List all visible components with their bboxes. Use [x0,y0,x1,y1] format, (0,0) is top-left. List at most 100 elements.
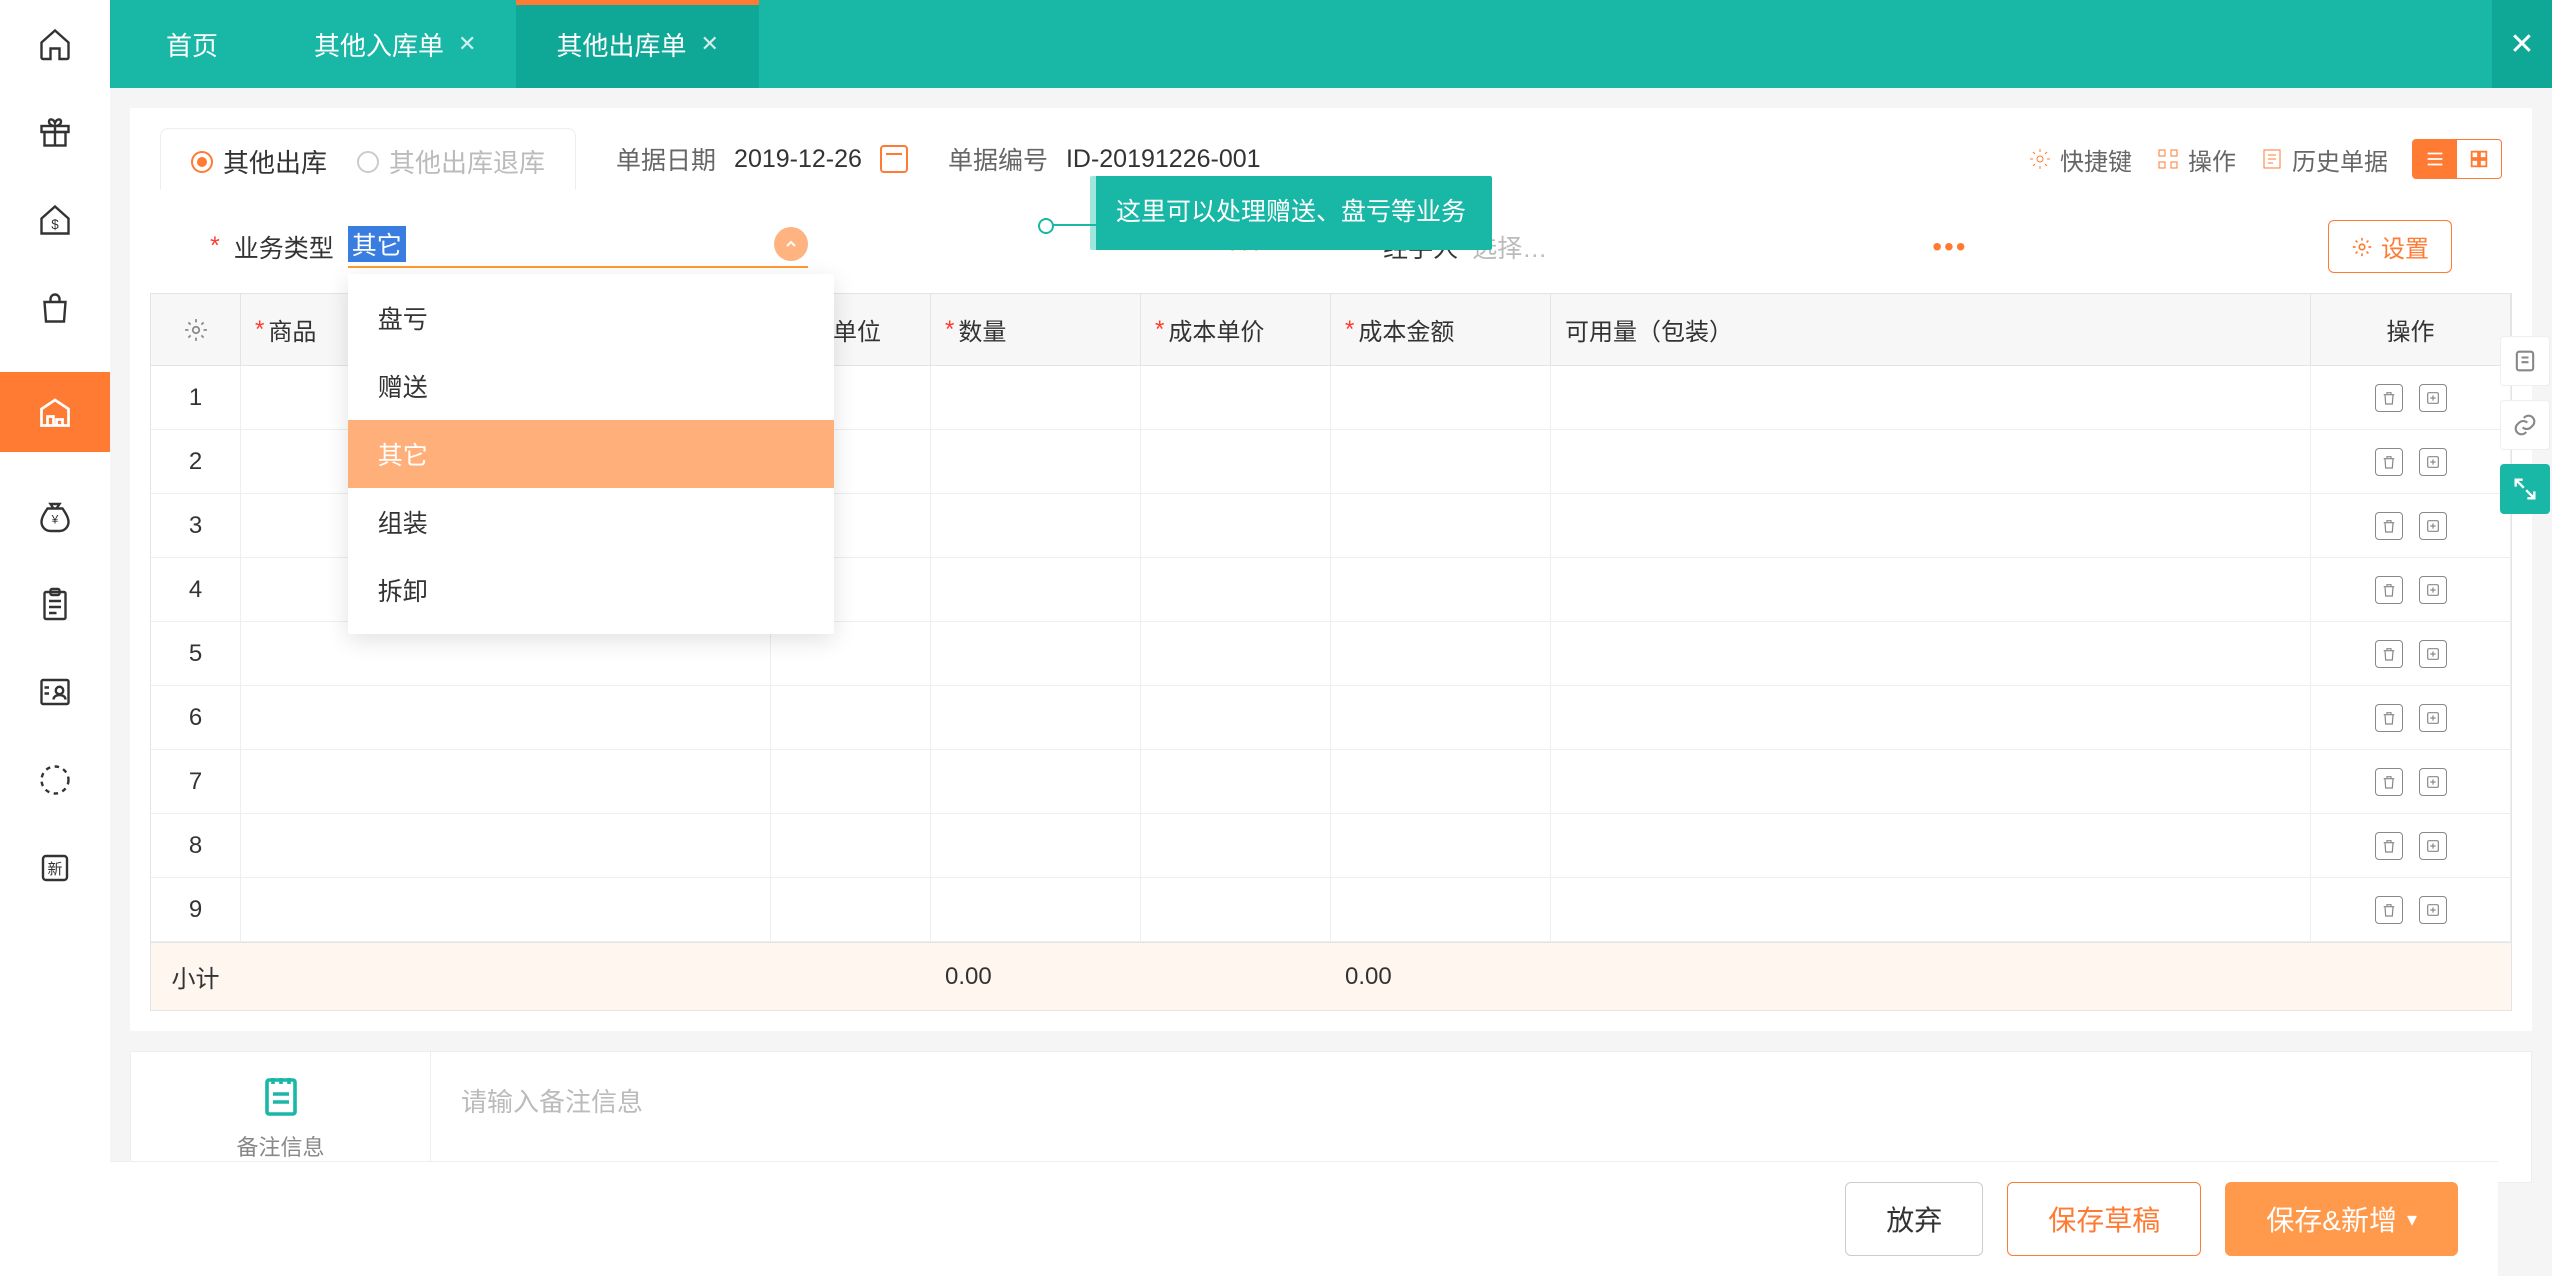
svg-text:$: $ [51,217,59,232]
nav-money-bag-icon[interactable]: ¥ [31,492,79,540]
col-uprice: *成本单价 [1141,294,1331,365]
delete-row-icon[interactable] [2375,832,2403,860]
operate-action[interactable]: 操作 [2156,142,2236,177]
nav-gift-icon[interactable] [31,108,79,156]
btype-value: 其它 [348,226,406,262]
add-row-icon[interactable] [2419,576,2447,604]
header-actions: 快捷键 操作 历史单据 [2028,139,2502,179]
delete-row-icon[interactable] [2375,640,2403,668]
radio-icon [191,151,213,173]
tooltip-callout: 这里可以处理赠送、盘亏等业务 [1090,176,1492,250]
handler-input[interactable]: 选择… [1472,229,1872,265]
date-value[interactable]: 2019-12-26 [734,145,862,174]
nav-new-icon[interactable]: 新 [31,844,79,892]
chevron-up-icon[interactable] [774,227,808,261]
tab-bar: 首页 其他入库单 ✕ 其他出库单 ✕ ✕ [110,0,2552,88]
delete-row-icon[interactable] [2375,896,2403,924]
nav-clipboard-icon[interactable] [31,580,79,628]
col-config[interactable] [151,294,241,365]
svg-text:¥: ¥ [51,513,59,527]
add-row-icon[interactable] [2419,768,2447,796]
nav-warehouse-icon[interactable] [0,372,110,452]
row-index: 6 [151,686,241,749]
nav-bag-icon[interactable] [31,284,79,332]
settings-button[interactable]: 设置 [2328,220,2452,273]
row-index: 5 [151,622,241,685]
add-row-icon[interactable] [2419,384,2447,412]
close-icon[interactable]: ✕ [700,31,718,57]
dropdown-option[interactable]: 拆卸 [348,556,834,624]
view-list-icon[interactable] [2413,140,2457,178]
table-footer: 小计 0.00 0.00 [151,942,2511,1010]
rail-expand-icon[interactable] [2500,464,2550,514]
nav-contact-icon[interactable] [31,668,79,716]
add-row-icon[interactable] [2419,832,2447,860]
tab-other-in[interactable]: 其他入库单 ✕ [274,0,516,88]
delete-row-icon[interactable] [2375,576,2403,604]
nav-house-dollar-icon[interactable]: $ [31,196,79,244]
add-row-icon[interactable] [2419,640,2447,668]
subtotal-label: 小计 [151,943,241,1010]
delete-row-icon[interactable] [2375,768,2403,796]
close-icon[interactable]: ✕ [458,31,476,57]
tab-home[interactable]: 首页 [110,0,274,88]
date-label: 单据日期 [616,141,716,177]
delete-row-icon[interactable] [2375,704,2403,732]
view-grid-icon[interactable] [2457,140,2501,178]
dropdown-option[interactable]: 赠送 [348,352,834,420]
radio-other-out[interactable]: 其他出库 [191,143,327,180]
dropdown-option[interactable]: 盘亏 [348,284,834,352]
tab-home-label: 首页 [166,26,218,63]
table-row[interactable]: 9 [151,878,2511,942]
subtotal-amount: 0.00 [1331,943,1551,1010]
row-index: 1 [151,366,241,429]
form-row: * 业务类型 其它 盘亏赠送其它组装拆卸 这里可以处理赠送、盘亏等业务 ••• … [130,190,2532,293]
nav-loading-icon[interactable] [31,756,79,804]
notepad-icon [257,1072,305,1120]
history-action[interactable]: 历史单据 [2260,142,2388,177]
radio-other-out-return[interactable]: 其他出库退库 [357,143,545,180]
nav-home-icon[interactable] [31,20,79,68]
more-icon[interactable]: ••• [1932,231,1967,263]
app-close-button[interactable]: ✕ [2492,0,2552,88]
delete-row-icon[interactable] [2375,512,2403,540]
doc-no-meta: 单据编号 ID-20191226-001 [948,141,1261,177]
tab-other-out-label: 其他出库单 [556,26,686,63]
dropdown-option[interactable]: 其它 [348,420,834,488]
shortcut-action[interactable]: 快捷键 [2028,142,2132,177]
save-draft-button[interactable]: 保存草稿 [2007,1182,2201,1256]
calendar-icon[interactable] [880,145,908,173]
doc-date-meta: 单据日期 2019-12-26 [616,141,908,177]
save-new-button[interactable]: 保存&新增▾ [2225,1182,2458,1256]
operate-label: 操作 [2188,142,2236,177]
callout-text: 这里可以处理赠送、盘亏等业务 [1116,198,1466,226]
chevron-down-icon: ▾ [2407,1207,2417,1232]
add-row-icon[interactable] [2419,704,2447,732]
add-row-icon[interactable] [2419,896,2447,924]
btype-label: 业务类型 [234,229,334,265]
rail-note-icon[interactable] [2500,336,2550,386]
business-type-select[interactable]: 其它 盘亏赠送其它组装拆卸 [348,226,808,268]
dropdown-option[interactable]: 组装 [348,488,834,556]
add-row-icon[interactable] [2419,448,2447,476]
rail-link-icon[interactable] [2500,400,2550,450]
svg-text:新: 新 [47,861,62,878]
row-index: 7 [151,750,241,813]
col-avail: 可用量（包装） [1551,294,2311,365]
delete-row-icon[interactable] [2375,384,2403,412]
tab-other-in-label: 其他入库单 [314,26,444,63]
doc-type-radio-group: 其他出库 其他出库退库 [160,128,576,190]
required-mark: * [210,232,220,261]
document-card: 其他出库 其他出库退库 单据日期 2019-12-26 单据编号 ID-2019… [130,108,2532,1031]
tab-other-out[interactable]: 其他出库单 ✕ [516,0,758,88]
delete-row-icon[interactable] [2375,448,2403,476]
business-type-field: * 业务类型 其它 盘亏赠送其它组装拆卸 [210,226,808,268]
table-row[interactable]: 6 [151,686,2511,750]
table-row[interactable]: 7 [151,750,2511,814]
discard-button[interactable]: 放弃 [1845,1182,1983,1256]
add-row-icon[interactable] [2419,512,2447,540]
history-label: 历史单据 [2292,142,2388,177]
no-value: ID-20191226-001 [1066,145,1261,174]
left-nav-rail: $ ¥ 新 [0,0,110,1276]
table-row[interactable]: 8 [151,814,2511,878]
